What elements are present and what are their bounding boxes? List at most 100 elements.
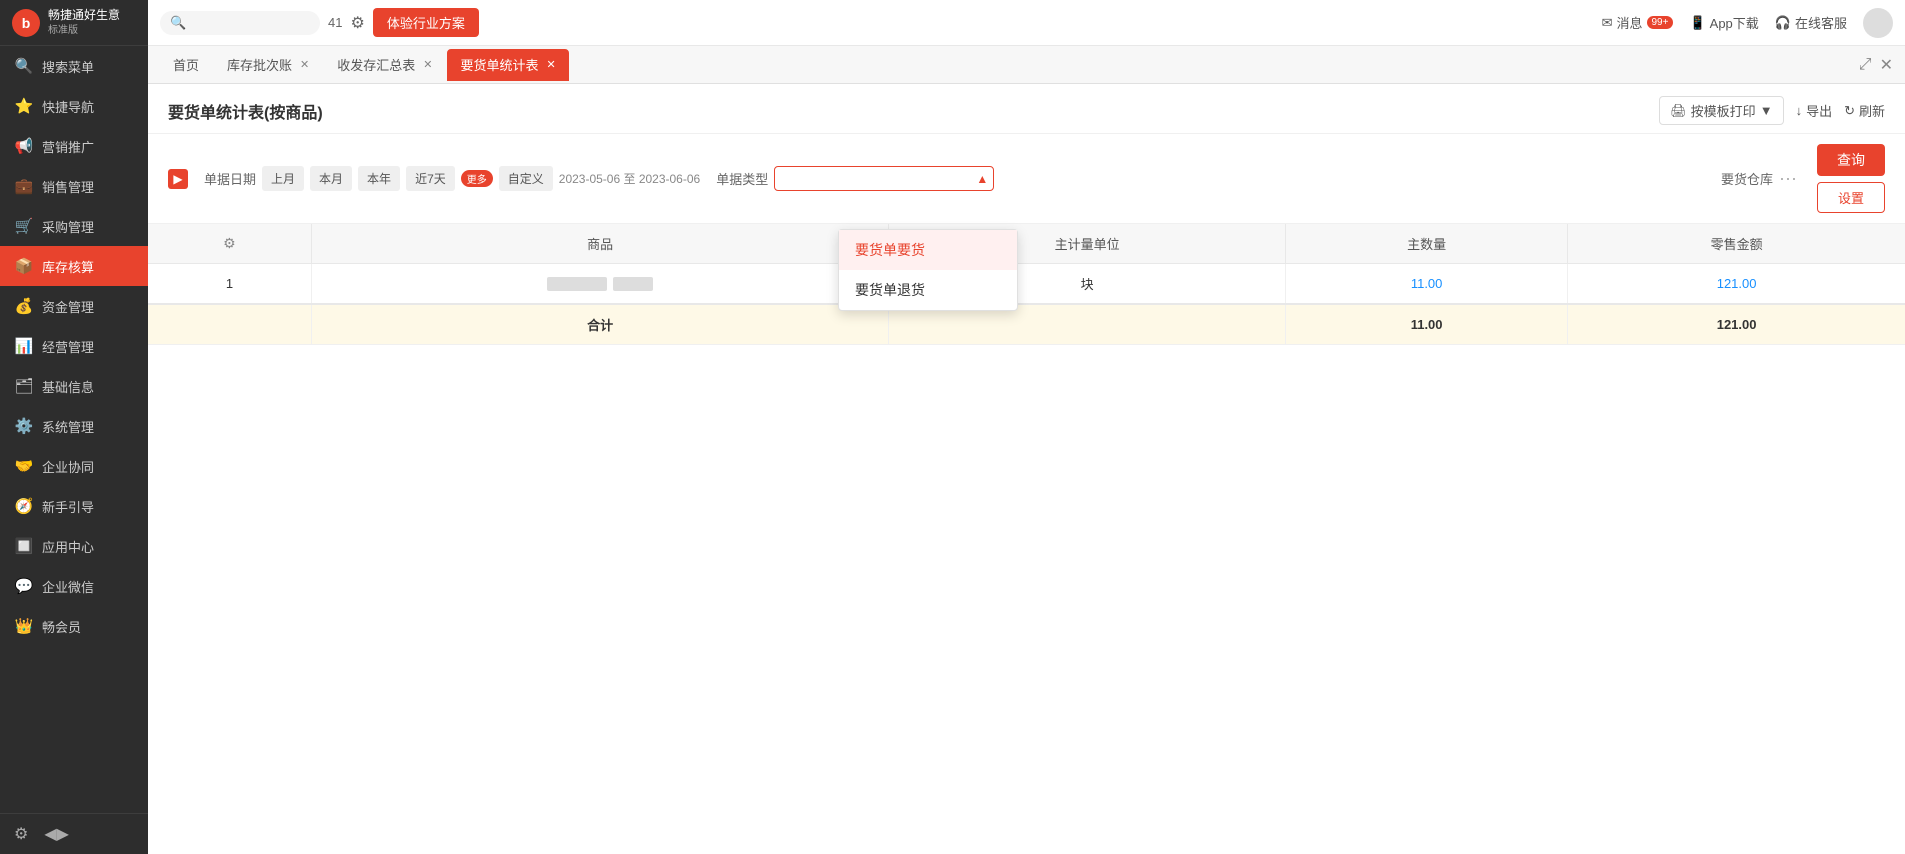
th-amount: 零售金额	[1568, 224, 1905, 264]
dropdown-item-order[interactable]: 要货单要货	[839, 230, 1017, 270]
topbar: 🔍 41 ⚙ 体验行业方案 ✉ 消息 99+ 📱 App下载 🎧 在线客服	[148, 0, 1905, 46]
export-icon: ↓	[1796, 103, 1803, 118]
page-content: 要货单统计表(按商品) 🖨 按模板打印 ▼ ↓ 导出 ↻ 刷新 ▶	[148, 84, 1905, 854]
refresh-button[interactable]: ↻ 刷新	[1844, 101, 1885, 120]
sidebar-item-basicinfo[interactable]: 🗂 基础信息	[0, 366, 148, 406]
collapse-icon[interactable]: ◀▶	[44, 824, 69, 844]
tab-order-stats[interactable]: 要货单统计表 ✕	[447, 49, 568, 81]
filter-bar: ▶ 单据日期 上月 本月 本年 近7天 更多 自定义 2023-05-06 至 …	[148, 134, 1905, 224]
sidebar-item-cooperation[interactable]: 🤝 企业协同	[0, 446, 148, 486]
date-thismonth-btn[interactable]: 本月	[310, 166, 352, 191]
date-thisyear-btn[interactable]: 本年	[358, 166, 400, 191]
tab-summary[interactable]: 收发存汇总表 ✕	[324, 49, 445, 81]
settings-button[interactable]: 设置	[1817, 182, 1885, 213]
handshake-icon: 🤝	[14, 456, 34, 476]
dropdown-item-return[interactable]: 要货单退货	[839, 270, 1017, 310]
tab-inventory-batch[interactable]: 库存批次账 ✕	[214, 49, 322, 81]
sidebar-item-member[interactable]: 👑 畅会员	[0, 606, 148, 646]
phone-icon: 📱	[1689, 15, 1705, 31]
messages-badge: 99+	[1647, 16, 1674, 29]
query-button[interactable]: 查询	[1817, 144, 1885, 176]
compass-icon: 🧭	[14, 496, 34, 516]
messages-button[interactable]: ✉ 消息 99+	[1602, 13, 1674, 32]
type-filter-input[interactable]	[774, 166, 994, 191]
sidebar-item-system[interactable]: ⚙️ 系统管理	[0, 406, 148, 446]
topbar-gear-icon[interactable]: ⚙	[350, 13, 364, 33]
th-settings[interactable]: ⚙	[148, 224, 311, 264]
message-icon: ✉	[1602, 15, 1613, 31]
warehouse-filter-label: 要货仓库	[1721, 169, 1773, 188]
type-filter-wrapper: ▲	[774, 166, 994, 191]
footer-quantity: 11.00	[1286, 304, 1568, 345]
topbar-search-box[interactable]: 🔍	[160, 11, 320, 35]
chart-icon: 📊	[14, 336, 34, 356]
data-table-wrapper: ⚙ 商品 主计量单位 主数量 零售金额 1	[148, 224, 1905, 345]
tab-close-order-stats[interactable]: ✕	[547, 58, 556, 71]
amount-link[interactable]: 121.00	[1717, 276, 1757, 291]
sidebar-item-purchase[interactable]: 🛒 采购管理	[0, 206, 148, 246]
quantity-link[interactable]: 11.00	[1411, 276, 1443, 291]
grid-icon: 🔲	[14, 536, 34, 556]
cart-icon: 🛒	[14, 216, 34, 236]
table-header: ⚙ 商品 主计量单位 主数量 零售金额	[148, 224, 1905, 264]
sidebar-nav: 🔍 搜索菜单 ⭐ 快捷导航 📢 营销推广 💼 销售管理 🛒 采购管理 📦 库存核…	[0, 46, 148, 813]
sidebar-item-quicknav[interactable]: ⭐ 快捷导航	[0, 86, 148, 126]
tab-close-summary[interactable]: ✕	[423, 58, 432, 71]
tab-close-inventory-batch[interactable]: ✕	[300, 58, 309, 71]
table-footer: 合计 11.00 121.00	[148, 304, 1905, 345]
page-actions: 🖨 按模板打印 ▼ ↓ 导出 ↻ 刷新	[1659, 96, 1885, 125]
user-avatar[interactable]	[1863, 8, 1893, 38]
cell-index: 1	[148, 264, 311, 305]
sidebar-item-wecom[interactable]: 💬 企业微信	[0, 566, 148, 606]
search-input[interactable]	[192, 16, 272, 30]
folder-icon: 🗂	[14, 376, 34, 396]
tab-expand-icon[interactable]: ⤢	[1859, 56, 1872, 74]
tabbar-right-actions: ⤢ ✕	[1859, 55, 1893, 75]
export-button[interactable]: ↓ 导出	[1796, 101, 1833, 120]
date-filter-group: 单据日期 上月 本月 本年 近7天 更多 自定义 2023-05-06 至 20…	[204, 166, 700, 191]
filter-actions: 查询 设置	[1817, 144, 1885, 213]
tab-close-all-icon[interactable]: ✕	[1880, 55, 1893, 75]
page-title: 要货单统计表(按商品)	[168, 99, 323, 123]
cell-quantity: 11.00	[1286, 264, 1568, 305]
chat-icon: 💬	[14, 576, 34, 596]
sidebar-bottom: ⚙ ◀▶	[0, 813, 148, 854]
sidebar-item-inventory[interactable]: 📦 库存核算	[0, 246, 148, 286]
print-icon: 🖨	[1670, 103, 1687, 119]
app-logo: b 畅捷通好生意 标准版	[0, 0, 148, 46]
warehouse-filter-group: 要货仓库 ···	[1721, 168, 1801, 189]
app-download-button[interactable]: 📱 App下载	[1689, 13, 1758, 32]
cell-amount: 121.00	[1568, 264, 1905, 305]
finance-icon: 💰	[14, 296, 34, 316]
sidebar: b 畅捷通好生意 标准版 🔍 搜索菜单 ⭐ 快捷导航 📢 营销推广 💼 销售管理…	[0, 0, 148, 854]
sidebar-item-appcenter[interactable]: 🔲 应用中心	[0, 526, 148, 566]
online-service-button[interactable]: 🎧 在线客服	[1775, 13, 1847, 32]
tab-home[interactable]: 首页	[160, 49, 212, 81]
settings-bottom-icon[interactable]: ⚙	[14, 824, 28, 844]
megaphone-icon: 📢	[14, 136, 34, 156]
type-dropdown: 要货单要货 要货单退货	[838, 229, 1018, 311]
trial-button[interactable]: 体验行业方案	[373, 8, 479, 37]
table-body: 1 块 11.00 121.00	[148, 264, 1905, 305]
warehouse-more-icon[interactable]: ···	[1779, 168, 1797, 189]
sidebar-item-finance[interactable]: 💰 资金管理	[0, 286, 148, 326]
tabbar: 首页 库存批次账 ✕ 收发存汇总表 ✕ 要货单统计表 ✕ ⤢ ✕	[148, 46, 1905, 84]
sidebar-item-marketing[interactable]: 📢 营销推广	[0, 126, 148, 166]
sidebar-item-search[interactable]: 🔍 搜索菜单	[0, 46, 148, 86]
filter-toggle-button[interactable]: ▶	[168, 169, 188, 189]
page-header: 要货单统计表(按商品) 🖨 按模板打印 ▼ ↓ 导出 ↻ 刷新	[148, 84, 1905, 134]
sidebar-item-operation[interactable]: 📊 经营管理	[0, 326, 148, 366]
search-icon: 🔍	[14, 56, 34, 76]
date-last7days-btn[interactable]: 近7天	[406, 166, 455, 191]
cell-product	[311, 264, 888, 305]
date-custom-btn[interactable]: 自定义	[499, 166, 553, 191]
sidebar-item-guide[interactable]: 🧭 新手引导	[0, 486, 148, 526]
footer-empty1	[148, 304, 311, 345]
date-more-badge[interactable]: 更多	[461, 170, 493, 187]
table-row: 1 块 11.00 121.00	[148, 264, 1905, 305]
sidebar-item-sales[interactable]: 💼 销售管理	[0, 166, 148, 206]
print-button[interactable]: 🖨 按模板打印 ▼	[1659, 96, 1783, 125]
date-range-display: 2023-05-06 至 2023-06-06	[559, 170, 700, 187]
date-lastmonth-btn[interactable]: 上月	[262, 166, 304, 191]
main-area: 🔍 41 ⚙ 体验行业方案 ✉ 消息 99+ 📱 App下载 🎧 在线客服	[148, 0, 1905, 854]
